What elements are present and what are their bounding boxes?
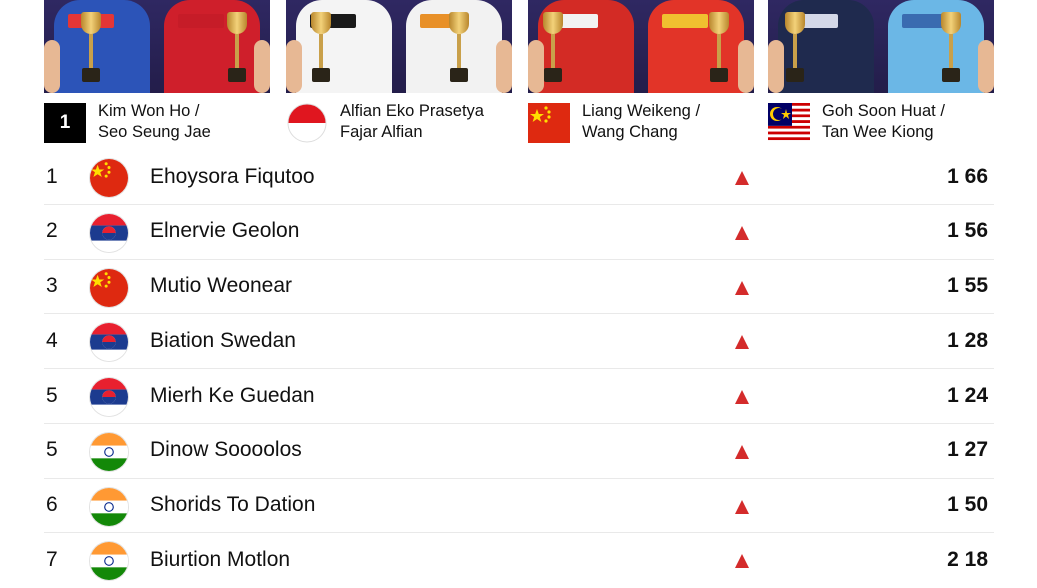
korea-flag-icon [90,378,128,416]
player-name-2: Seo Seung Jae [98,123,211,141]
ranking-points: 1 28 [947,328,988,352]
trophy-icon [80,2,102,88]
trophy-icon [708,2,730,88]
rank-position: 5 [46,383,58,407]
player-name-1: Liang Weikeng / [582,102,701,120]
player-name: Shorids To Dation [150,493,316,516]
player-name-1: Kim Won Ho / [98,102,200,120]
table-row[interactable]: 5 Mierh Ke Guedan 1 24 [44,369,994,424]
ranking-points: 1 55 [947,274,988,297]
trend-up-icon [735,225,749,240]
ranking-points: 1 24 [947,383,988,407]
rank-position: 2 [46,219,58,243]
table-row[interactable]: 7 Biurtion Motlon 2 18 [44,533,994,587]
player-name-2: Tan Wee Kiong [822,123,934,141]
table-row[interactable]: 4 Biation Swedan 1 28 [44,314,994,369]
player-name: Biation Swedan [150,328,296,352]
player-name: Dinow Soooolos [150,438,302,462]
rank-position: 4 [46,328,58,352]
player-figure [638,0,754,93]
player-figure [44,0,160,93]
trophy-icon [226,2,248,88]
korea-flag-icon [90,213,128,252]
pair-photo [286,0,512,93]
player-name-1: Goh Soon Huat / [822,102,945,120]
ranking-points: 1 56 [947,219,988,243]
rank-position: 7 [46,547,58,571]
china-flag-icon [90,268,128,307]
pair-names: Kim Won Ho / Seo Seung Jae [98,101,211,143]
player-figure [286,0,402,93]
player-figure [154,0,270,93]
trend-up-icon [735,171,749,185]
rank-number: 1 [44,103,86,143]
ranking-points: 1 50 [947,493,988,516]
pair-photo [768,0,994,93]
player-name-1: Alfian Eko Prasetya [340,102,484,120]
table-row[interactable]: 6 Shorids To Dation 1 50 [44,479,994,534]
malaysia-flag-icon [768,103,810,143]
player-figure [878,0,994,93]
player-name-2: Wang Chang [582,123,678,141]
india-flag-icon [90,487,128,526]
trophy-icon [542,2,564,88]
trophy-icon [940,2,962,88]
pair-info: 1 Kim Won Ho / Seo Seung Jae [44,100,270,144]
trophy-icon [310,2,332,88]
indonesia-flag-icon [286,103,328,143]
rank-position: 1 [46,164,58,188]
rank-position: 5 [46,438,58,462]
trend-up-icon [735,444,749,459]
player-name: Mierh Ke Guedan [150,383,315,407]
trophy-icon [448,2,470,88]
pair-names: Goh Soon Huat / Tan Wee Kiong [822,101,945,143]
trend-up-icon [735,499,749,514]
table-row[interactable]: 3 Mutio Weonear 1 55 [44,260,994,315]
india-flag-icon [90,542,128,581]
china-flag-icon [90,159,128,197]
player-name: Ehoysora Fiqutoo [150,164,315,188]
table-row[interactable]: 2 Elnervie Geolon 1 56 [44,205,994,260]
player-name-2: Fajar Alfian [340,123,423,141]
player-name: Biurtion Motlon [150,547,291,571]
pair-names: Alfian Eko Prasetya Fajar Alfian [340,101,484,143]
rank-position: 6 [46,493,58,516]
china-flag-icon [528,103,570,143]
ranking-points: 2 18 [947,547,988,571]
trend-up-icon [735,280,749,295]
rank-badge: 1 [44,103,86,143]
india-flag-icon [90,432,128,471]
ranking-points: 1 27 [947,438,988,462]
trophy-icon [784,2,806,88]
player-name: Elnervie Geolon [150,219,300,243]
rankings-table: 1 Ehoysora Fiqutoo 1 66 2 Elnervie Geolo… [44,150,994,587]
pair-info: Goh Soon Huat / Tan Wee Kiong [768,100,994,144]
player-name: Mutio Weonear [150,274,293,297]
rank-position: 3 [46,274,58,297]
pair-names: Liang Weikeng / Wang Chang [582,101,700,143]
ranking-points: 1 66 [947,164,988,188]
pair-info: Liang Weikeng / Wang Chang [528,100,754,144]
table-row[interactable]: 5 Dinow Soooolos 1 27 [44,424,994,479]
pair-info: Alfian Eko Prasetya Fajar Alfian [286,100,512,144]
pair-photo [44,0,270,93]
korea-flag-icon [90,323,128,362]
table-row[interactable]: 1 Ehoysora Fiqutoo 1 66 [44,150,994,205]
trend-up-icon [735,390,749,404]
trend-up-icon [735,335,749,350]
trend-up-icon [735,554,749,569]
pair-photo [528,0,754,93]
